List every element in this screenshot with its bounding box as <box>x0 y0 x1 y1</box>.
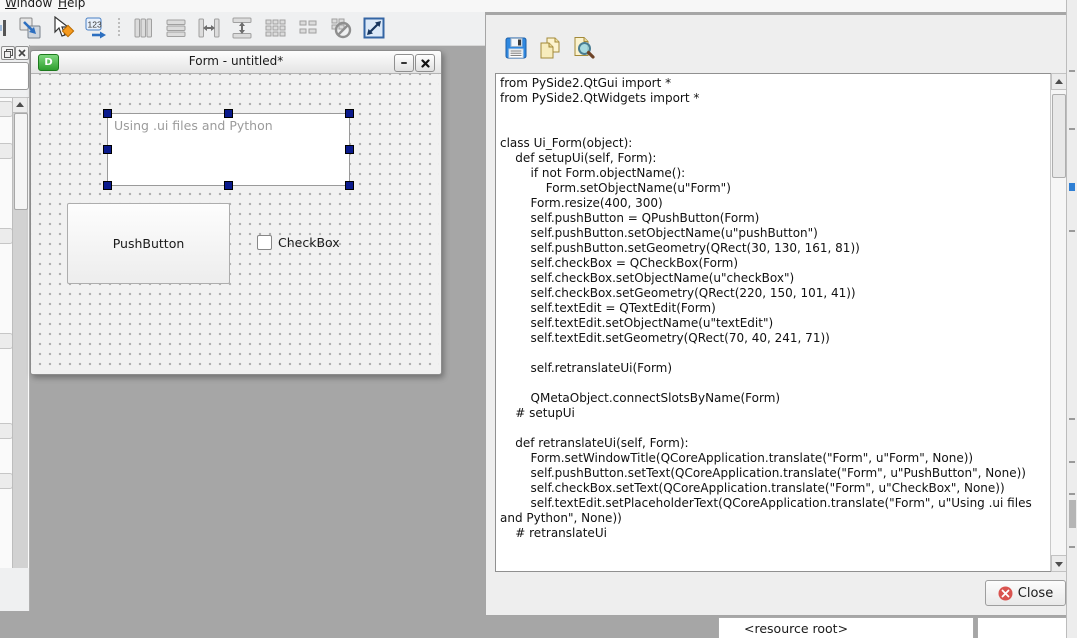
main-toolbar: 123 <box>0 12 485 45</box>
check-box-widget[interactable]: CheckBox <box>257 235 340 250</box>
code-view[interactable]: from PySide2.QtGui import * from PySide2… <box>495 73 1067 572</box>
layout-horizontal-icon[interactable] <box>130 15 156 41</box>
menu-help[interactable]: Help <box>58 0 85 10</box>
close-button[interactable] <box>415 54 435 72</box>
menu-bar: Window Help <box>0 0 1066 12</box>
restore-icon[interactable] <box>1 46 15 60</box>
close-button-label: Close <box>1018 586 1053 601</box>
layout-form-icon[interactable] <box>295 15 321 41</box>
svg-text:123: 123 <box>88 20 102 30</box>
selection-handle[interactable] <box>103 181 112 190</box>
scroll-up-icon[interactable] <box>13 98 27 113</box>
selection-handle[interactable] <box>103 109 112 118</box>
adjust-size-icon[interactable] <box>361 15 387 41</box>
toolbar-separator <box>118 18 120 38</box>
selection-handle[interactable] <box>224 109 233 118</box>
generated-python-code: from PySide2.QtGui import * from PySide2… <box>500 76 1040 541</box>
form-window-title: Form - untitled* <box>31 54 441 68</box>
text-edit-placeholder: Using .ui files and Python <box>114 118 273 133</box>
scroll-down-icon[interactable] <box>1051 555 1067 572</box>
menu-window[interactable]: Window <box>5 0 52 10</box>
minimize-button[interactable] <box>394 54 414 72</box>
code-scrollbar[interactable] <box>1050 74 1066 571</box>
scroll-up-icon[interactable] <box>1051 73 1067 90</box>
widget-filter-input[interactable] <box>0 62 29 90</box>
selection-handle[interactable] <box>224 181 233 190</box>
edit-tab-order-icon[interactable]: 123 <box>83 15 109 41</box>
checkbox-label: CheckBox <box>278 235 340 250</box>
checkbox-indicator[interactable] <box>257 235 272 250</box>
widget-box-panel <box>0 45 30 611</box>
resource-side-panel <box>977 617 1068 638</box>
partial-clipped-icon[interactable] <box>0 15 8 41</box>
form-title-bar[interactable]: D Form - untitled* <box>31 51 441 74</box>
scrollbar-thumb[interactable] <box>1052 94 1066 178</box>
layout-vertical-splitter-icon[interactable] <box>229 15 255 41</box>
close-icon[interactable] <box>15 46 29 60</box>
clipped-right-panel <box>1066 0 1077 638</box>
selection-handle[interactable] <box>345 181 354 190</box>
text-edit-widget[interactable]: Using .ui files and Python <box>107 113 350 186</box>
save-icon[interactable] <box>502 34 530 62</box>
code-preview-dialog: from PySide2.QtGui import * from PySide2… <box>485 15 1068 616</box>
widget-list-scrollbar[interactable] <box>12 98 28 568</box>
layout-vertical-icon[interactable] <box>163 15 189 41</box>
resource-tree-panel: <resource root> <box>718 617 974 638</box>
push-button-widget[interactable]: PushButton <box>67 203 230 284</box>
form-designer-window: D Form - untitled* Using .ui files and P… <box>30 50 442 375</box>
layout-horizontal-splitter-icon[interactable] <box>196 15 222 41</box>
break-layout-icon[interactable] <box>328 15 354 41</box>
qt-designer-screen: Window Help 123 <box>0 0 1077 638</box>
edit-signals-slots-icon[interactable] <box>17 15 43 41</box>
edit-buddies-icon[interactable] <box>50 15 76 41</box>
find-icon[interactable] <box>569 34 597 62</box>
close-dialog-button[interactable]: Close <box>985 580 1066 606</box>
close-circle-icon <box>998 586 1013 601</box>
widget-list <box>0 97 29 568</box>
selection-handle[interactable] <box>103 145 112 154</box>
form-canvas[interactable]: Using .ui files and Python PushButton Ch… <box>31 73 439 372</box>
resource-root-item[interactable]: <resource root> <box>744 621 848 636</box>
scrollbar-thumb[interactable] <box>14 113 28 210</box>
copy-icon[interactable] <box>536 34 564 62</box>
selection-handle[interactable] <box>345 145 354 154</box>
layout-grid-icon[interactable] <box>262 15 288 41</box>
selection-handle[interactable] <box>345 109 354 118</box>
